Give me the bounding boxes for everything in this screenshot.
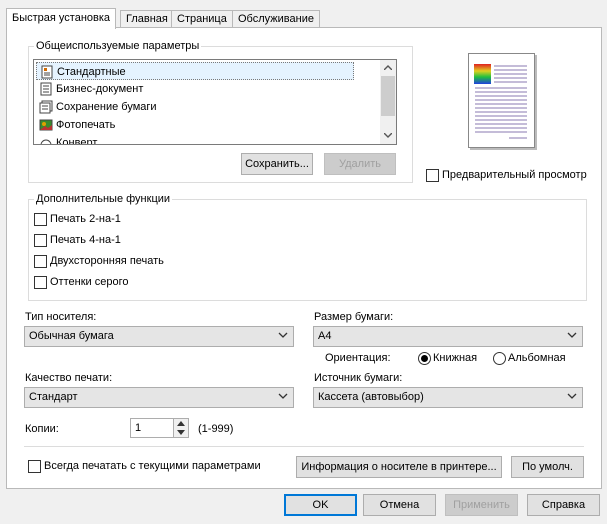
print-2in1-label: Печать 2-на-1 (50, 213, 121, 225)
chevron-down-icon (567, 393, 577, 399)
page-preview-image (474, 64, 527, 139)
scroll-up-icon[interactable] (384, 65, 392, 70)
scroll-down-icon[interactable] (384, 133, 392, 138)
extra-functions-legend: Дополнительные функции (34, 193, 173, 206)
paper-size-value: A4 (318, 330, 332, 342)
tab-maintenance[interactable]: Обслуживание (232, 10, 320, 28)
grayscale-checkbox[interactable] (34, 276, 47, 289)
preset-label: Сохранение бумаги (56, 101, 157, 113)
paper-source-select[interactable]: Кассета (автовыбор) (313, 387, 583, 408)
tab-page[interactable]: Страница (171, 10, 233, 28)
spin-up-icon[interactable] (177, 421, 185, 426)
chevron-down-icon (278, 393, 288, 399)
orientation-portrait-radio[interactable] (418, 352, 431, 365)
duplex-checkbox[interactable] (34, 255, 47, 268)
orientation-portrait-label: Книжная (433, 352, 478, 364)
photo-icon (39, 119, 53, 131)
media-type-label: Тип носителя: (25, 311, 97, 323)
cancel-button[interactable]: Отмена (363, 494, 436, 516)
media-info-button[interactable]: Информация о носителе в принтере... (296, 456, 502, 478)
grayscale-label: Оттенки серого (50, 276, 129, 288)
extra-functions-group: Дополнительные функции Печать 2-на-1 Печ… (28, 193, 587, 301)
copies-label: Копии: (25, 423, 59, 435)
paper-size-label: Размер бумаги: (314, 311, 394, 323)
presets-group: Общеиспользуемые параметры Стандартные Б… (28, 40, 413, 183)
preview-checkbox[interactable] (426, 169, 439, 182)
media-type-value: Обычная бумага (29, 330, 114, 342)
presets-listbox[interactable]: Стандартные Бизнес-документ Сохранение б… (33, 59, 397, 145)
print-4in1-checkbox[interactable] (34, 234, 47, 247)
copies-range: (1-999) (198, 423, 234, 435)
preset-label: Конверт (56, 137, 98, 145)
apply-button[interactable]: Применить (445, 494, 518, 516)
print-4in1-label: Печать 4-на-1 (50, 234, 121, 246)
preset-envelope[interactable]: Конверт (36, 134, 354, 145)
media-type-select[interactable]: Обычная бумага (24, 326, 294, 347)
copies-spin[interactable] (173, 419, 188, 437)
preset-label: Бизнес-документ (56, 83, 144, 95)
print-quality-select[interactable]: Стандарт (24, 387, 294, 408)
tab-main[interactable]: Главная (120, 10, 174, 28)
standard-doc-icon (41, 65, 53, 79)
copies-stepper[interactable]: 1 (130, 418, 189, 438)
save-preset-button[interactable]: Сохранить... (241, 153, 313, 175)
preset-standard[interactable]: Стандартные (36, 62, 354, 80)
help-button[interactable]: Справка (527, 494, 600, 516)
spin-down-icon[interactable] (177, 430, 185, 435)
presets-legend: Общеиспользуемые параметры (34, 40, 202, 53)
print-quality-value: Стандарт (29, 391, 78, 403)
preset-label: Стандартные (57, 66, 126, 78)
duplex-label: Двухсторонняя печать (50, 255, 164, 267)
print-2in1-checkbox[interactable] (34, 213, 47, 226)
preset-business[interactable]: Бизнес-документ (36, 80, 354, 98)
chevron-down-icon (567, 332, 577, 338)
paper-saving-icon (39, 100, 53, 114)
paper-source-value: Кассета (автовыбор) (318, 391, 424, 403)
always-print-label: Всегда печатать с текущими параметрами (44, 460, 261, 472)
orientation-landscape-radio[interactable] (493, 352, 506, 365)
paper-size-select[interactable]: A4 (313, 326, 583, 347)
delete-preset-button[interactable]: Удалить (324, 153, 396, 175)
page-preview (468, 53, 535, 148)
orientation-landscape-label: Альбомная (508, 352, 566, 364)
preset-paper-saving[interactable]: Сохранение бумаги (36, 98, 354, 116)
defaults-button[interactable]: По умолч. (511, 456, 584, 478)
business-doc-icon (40, 82, 52, 96)
divider (24, 446, 584, 447)
paper-source-label: Источник бумаги: (314, 372, 403, 384)
preset-photo[interactable]: Фотопечать (36, 116, 354, 134)
chevron-down-icon (278, 332, 288, 338)
always-print-checkbox[interactable] (28, 460, 41, 473)
scroll-thumb[interactable] (381, 76, 395, 116)
ok-button[interactable]: OK (284, 494, 357, 516)
tab-panel: Общеиспользуемые параметры Стандартные Б… (6, 27, 602, 489)
preset-label: Фотопечать (56, 119, 116, 131)
tab-quick-setup[interactable]: Быстрая установка (6, 8, 117, 29)
orientation-label: Ориентация: (325, 352, 391, 364)
print-quality-label: Качество печати: (25, 372, 113, 384)
presets-scrollbar[interactable] (380, 60, 396, 144)
copies-value: 1 (135, 422, 142, 434)
envelope-icon (40, 139, 52, 144)
preview-checkbox-label: Предварительный просмотр (442, 169, 587, 181)
